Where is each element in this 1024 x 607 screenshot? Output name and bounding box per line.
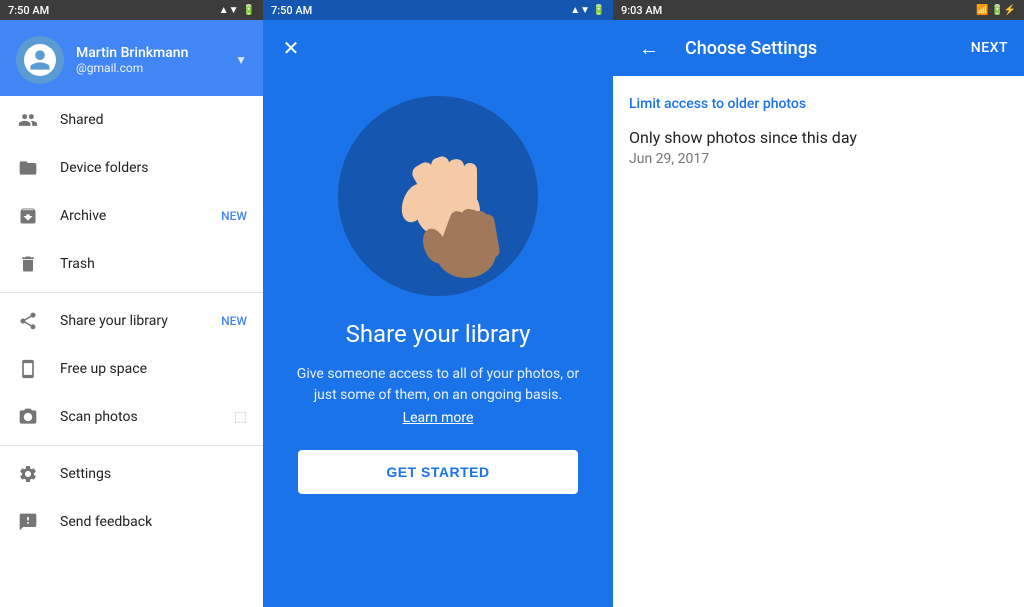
settings-option-label: Only show photos since this day <box>629 128 1008 147</box>
settings-option-value: Jun 29, 2017 <box>629 151 1008 167</box>
device-folders-icon <box>16 156 40 180</box>
sidebar-item-share-library[interactable]: Share your library NEW <box>0 297 263 345</box>
sidebar-item-trash[interactable]: Trash <box>0 240 263 288</box>
next-button[interactable]: NEXT <box>971 40 1008 56</box>
shared-icon <box>16 108 40 132</box>
settings-icon <box>16 462 40 486</box>
sidebar-item-device-folders[interactable]: Device folders <box>0 144 263 192</box>
sidebar-status-icons: ▲▼ 🔋 <box>219 5 255 16</box>
share-library-badge: NEW <box>221 314 247 328</box>
dropdown-arrow-icon[interactable]: ▼ <box>235 53 247 67</box>
close-button[interactable]: ✕ <box>271 28 311 68</box>
right-status-icons: 📶 🔋⚡ <box>976 5 1016 16</box>
back-button[interactable]: ← <box>629 28 669 68</box>
illustration-circle <box>338 96 538 296</box>
sidebar-status-bar: 7:50 AM ▲▼ 🔋 <box>0 0 263 20</box>
scan-photos-label: Scan photos <box>60 409 214 425</box>
modal-title: Share your library <box>263 320 613 348</box>
settings-section-title: Limit access to older photos <box>629 96 1008 112</box>
settings-panel-title: Choose Settings <box>685 38 955 59</box>
hands-svg <box>353 111 523 281</box>
archive-label: Archive <box>60 208 201 224</box>
user-info: Martin Brinkmann @gmail.com <box>76 45 223 75</box>
sidebar-item-send-feedback[interactable]: Send feedback <box>0 498 263 546</box>
scan-photos-icon <box>16 405 40 429</box>
middle-time: 7:50 AM <box>271 4 312 17</box>
learn-more-link[interactable]: Learn more <box>263 410 613 426</box>
middle-status-icons: ▲▼ 🔋 <box>570 5 605 16</box>
avatar <box>16 36 64 84</box>
shared-label: Shared <box>60 112 247 128</box>
free-up-space-label: Free up space <box>60 361 247 377</box>
get-started-button[interactable]: GET STARTED <box>298 450 578 494</box>
sidebar-time: 7:50 AM <box>8 4 49 17</box>
user-email: @gmail.com <box>76 61 223 75</box>
share-library-label: Share your library <box>60 313 201 329</box>
settings-header: ← Choose Settings NEXT <box>613 20 1024 76</box>
share-library-icon <box>16 309 40 333</box>
user-name: Martin Brinkmann <box>76 45 223 61</box>
trash-icon <box>16 252 40 276</box>
trash-label: Trash <box>60 256 247 272</box>
sidebar-item-free-up-space[interactable]: Free up space <box>0 345 263 393</box>
settings-panel: 9:03 AM 📶 🔋⚡ ← Choose Settings NEXT Limi… <box>613 0 1024 607</box>
modal-illustration <box>263 76 613 320</box>
external-link-icon: ⬚ <box>234 409 247 425</box>
sidebar-item-scan-photos[interactable]: Scan photos ⬚ <box>0 393 263 441</box>
settings-section: Limit access to older photos Only show p… <box>613 76 1024 179</box>
sidebar-item-settings[interactable]: Settings <box>0 450 263 498</box>
right-status-bar: 9:03 AM 📶 🔋⚡ <box>613 0 1024 20</box>
settings-option: Only show photos since this day Jun 29, … <box>629 124 1008 171</box>
send-feedback-label: Send feedback <box>60 514 247 530</box>
archive-badge: NEW <box>221 209 247 223</box>
sidebar-item-shared[interactable]: Shared <box>0 96 263 144</box>
sidebar: 7:50 AM ▲▼ 🔋 Martin Brinkmann @gmail.com… <box>0 0 263 607</box>
nav-divider-1 <box>0 292 263 293</box>
archive-icon <box>16 204 40 228</box>
settings-label: Settings <box>60 466 247 482</box>
middle-status-bar: 7:50 AM ▲▼ 🔋 <box>263 0 613 20</box>
send-feedback-icon <box>16 510 40 534</box>
sidebar-header[interactable]: Martin Brinkmann @gmail.com ▼ <box>0 20 263 96</box>
avatar-icon <box>24 44 56 76</box>
nav-divider-2 <box>0 445 263 446</box>
device-folders-label: Device folders <box>60 160 247 176</box>
sidebar-item-archive[interactable]: Archive NEW <box>0 192 263 240</box>
modal-description: Give someone access to all of your photo… <box>263 364 613 406</box>
share-library-modal: 7:50 AM ▲▼ 🔋 ✕ <box>263 0 613 607</box>
free-up-space-icon <box>16 357 40 381</box>
right-time: 9:03 AM <box>621 4 662 17</box>
